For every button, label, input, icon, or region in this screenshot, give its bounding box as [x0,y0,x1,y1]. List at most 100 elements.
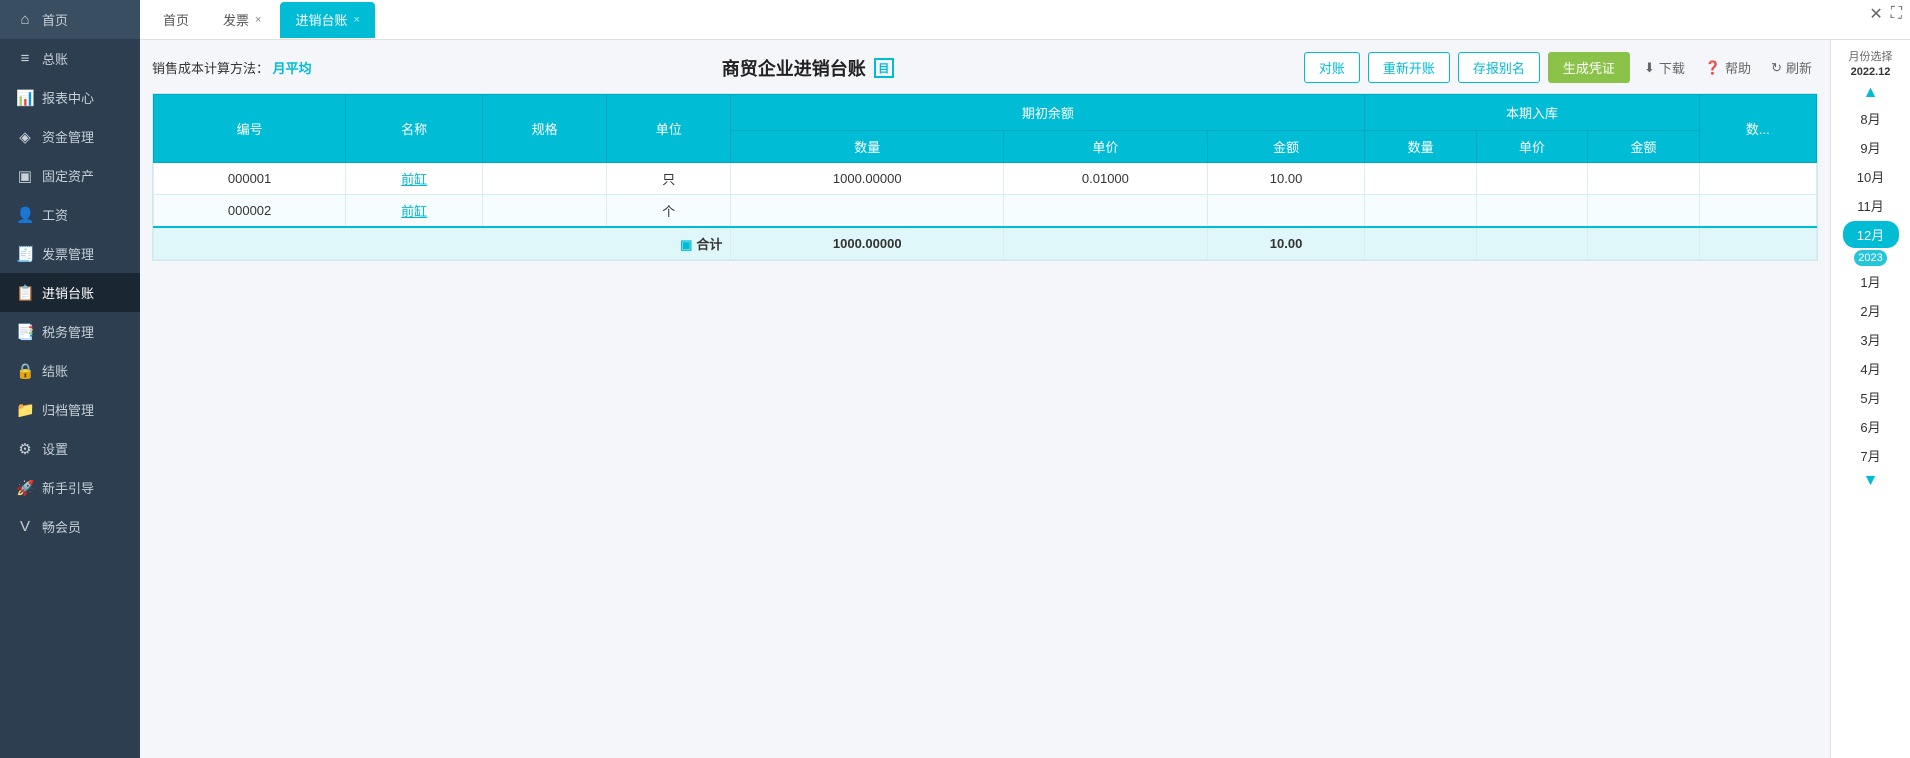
sidebar-item-reports[interactable]: 📊 报表中心 [0,78,140,117]
inventory-icon: 📋 [16,284,34,302]
month-scroll-up-button[interactable]: ▲ [1861,82,1881,104]
col-header-more: 数... [1699,95,1816,163]
tab-invoice[interactable]: 发票 × [208,2,276,38]
tab-inventory-close[interactable]: × [353,14,359,26]
month-item-11[interactable]: 11月 [1843,192,1899,219]
year-2023-badge: 2023 [1854,250,1886,266]
col-header-current-in: 本期入库 [1365,95,1699,131]
top-info-bar: 销售成本计算方法： 月平均 商贸企业进销台账 目 对账 重新开账 存报别名 生成… [152,52,1818,83]
maximize-window-button[interactable]: ⛶ [1891,5,1902,23]
cell-opening-price: 0.01000 [1004,163,1208,195]
cell-in-price [1476,195,1587,228]
product-name-link[interactable]: 前缸 [401,204,427,219]
sidebar-item-guide[interactable]: 🚀 新手引导 [0,468,140,507]
refresh-icon: ↻ [1771,60,1782,76]
archive-icon: 📁 [16,401,34,419]
sidebar-item-inventory[interactable]: 📋 进销台账 [0,273,140,312]
gear-icon: ⚙ [16,440,34,458]
col-header-spec: 规格 [483,95,607,163]
guide-icon: 🚀 [16,479,34,497]
tax-icon: 📑 [16,323,34,341]
tab-bar: 首页 发票 × 进销台账 × [140,0,1910,40]
cell-in-qty [1365,195,1476,228]
table-row: 000001 前缸 只 1000.00000 0.01000 10.00 [154,163,1817,195]
month-item-10[interactable]: 10月 [1843,163,1899,190]
salary-icon: 👤 [16,206,34,224]
generate-button[interactable]: 生成凭证 [1548,52,1630,83]
cell-number: 000002 [154,195,346,228]
cell-number: 000001 [154,163,346,195]
month-item-8[interactable]: 8月 [1843,105,1899,132]
tab-inventory[interactable]: 进销台账 × [280,2,374,38]
refresh-button[interactable]: ↻ 刷新 [1765,53,1818,82]
close-window-button[interactable]: ✕ [1869,4,1882,24]
title-info-icon[interactable]: 目 [874,58,894,78]
sidebar-item-label: 总账 [42,49,68,68]
ledger-icon: ≡ [16,50,34,67]
sidebar-item-settings[interactable]: ⚙ 设置 [0,429,140,468]
sidebar-item-label: 资金管理 [42,127,94,146]
total-more [1699,227,1816,260]
sidebar-item-tax[interactable]: 📑 税务管理 [0,312,140,351]
sidebar-item-home[interactable]: ⌂ 首页 [0,0,140,39]
month-panel-year-2022: 2022.12 [1851,66,1891,78]
save-as-button[interactable]: 存报别名 [1458,52,1540,83]
col-header-opening-price: 单价 [1004,131,1208,163]
total-label: ▣合计 [154,227,731,260]
month-item-2023-4[interactable]: 4月 [1843,355,1899,382]
cell-opening-qty: 1000.00000 [731,163,1004,195]
cell-opening-qty [731,195,1004,228]
cost-method: 销售成本计算方法： 月平均 [152,58,312,77]
sidebar-item-assets[interactable]: ▣ 固定资产 [0,156,140,195]
sidebar-item-salary[interactable]: 👤 工资 [0,195,140,234]
month-item-2023-6[interactable]: 6月 [1843,413,1899,440]
month-item-12[interactable]: 12月 [1843,221,1899,248]
sidebar-item-archive[interactable]: 📁 归档管理 [0,390,140,429]
tab-invoice-close[interactable]: × [255,14,261,26]
title-area: 商贸企业进销台账 目 [722,55,894,81]
cell-name: 前缸 [346,163,483,195]
sidebar-item-close[interactable]: 🔒 结账 [0,351,140,390]
total-icon: ▣ [680,237,692,252]
sidebar: ⌂ 首页 ≡ 总账 📊 报表中心 ◈ 资金管理 ▣ 固定资产 👤 工资 🧾 发票… [0,0,140,758]
window-controls: ✕ ⛶ [1869,4,1902,24]
month-item-2023-7[interactable]: 7月 [1843,442,1899,469]
help-button[interactable]: ❓ 帮助 [1699,53,1757,82]
month-item-2023-1[interactable]: 1月 [1843,268,1899,295]
finance-icon: ◈ [16,128,34,146]
reopen-button[interactable]: 重新开账 [1368,52,1450,83]
sidebar-item-vip[interactable]: V 畅会员 [0,507,140,546]
cell-unit: 个 [607,195,731,228]
help-icon: ❓ [1705,60,1721,76]
cell-name: 前缸 [346,195,483,228]
download-button[interactable]: ⬇ 下载 [1638,53,1691,82]
col-header-unit: 单位 [607,95,731,163]
col-header-opening: 期初余额 [731,95,1365,131]
sidebar-item-ledger[interactable]: ≡ 总账 [0,39,140,78]
sidebar-item-invoice-mgmt[interactable]: 🧾 发票管理 [0,234,140,273]
sidebar-item-finance[interactable]: ◈ 资金管理 [0,117,140,156]
table-row: 000002 前缸 个 [154,195,1817,228]
content-area: 销售成本计算方法： 月平均 商贸企业进销台账 目 对账 重新开账 存报别名 生成… [140,40,1910,758]
main-content: 销售成本计算方法： 月平均 商贸企业进销台账 目 对账 重新开账 存报别名 生成… [140,40,1830,758]
month-scroll-down-button[interactable]: ▼ [1861,470,1881,492]
action-buttons: 对账 重新开账 存报别名 生成凭证 ⬇ 下载 ❓ 帮助 ↻ 刷新 [1304,52,1818,83]
total-in-amount [1588,227,1699,260]
month-item-2023-2[interactable]: 2月 [1843,297,1899,324]
tab-home[interactable]: 首页 [148,2,204,38]
cell-in-price [1476,163,1587,195]
col-header-opening-qty: 数量 [731,131,1004,163]
product-name-link[interactable]: 前缸 [401,172,427,187]
home-icon: ⌂ [16,11,34,28]
cell-opening-price [1004,195,1208,228]
month-item-9[interactable]: 9月 [1843,134,1899,161]
month-item-2023-5[interactable]: 5月 [1843,384,1899,411]
tab-invoice-label: 发票 [223,10,249,29]
month-item-2023-3[interactable]: 3月 [1843,326,1899,353]
tab-inventory-label: 进销台账 [295,10,347,29]
reconcile-button[interactable]: 对账 [1304,52,1360,83]
cost-method-value: 月平均 [273,61,312,76]
sidebar-item-label: 首页 [42,10,68,29]
sidebar-item-label: 发票管理 [42,244,94,263]
total-opening-price [1004,227,1208,260]
